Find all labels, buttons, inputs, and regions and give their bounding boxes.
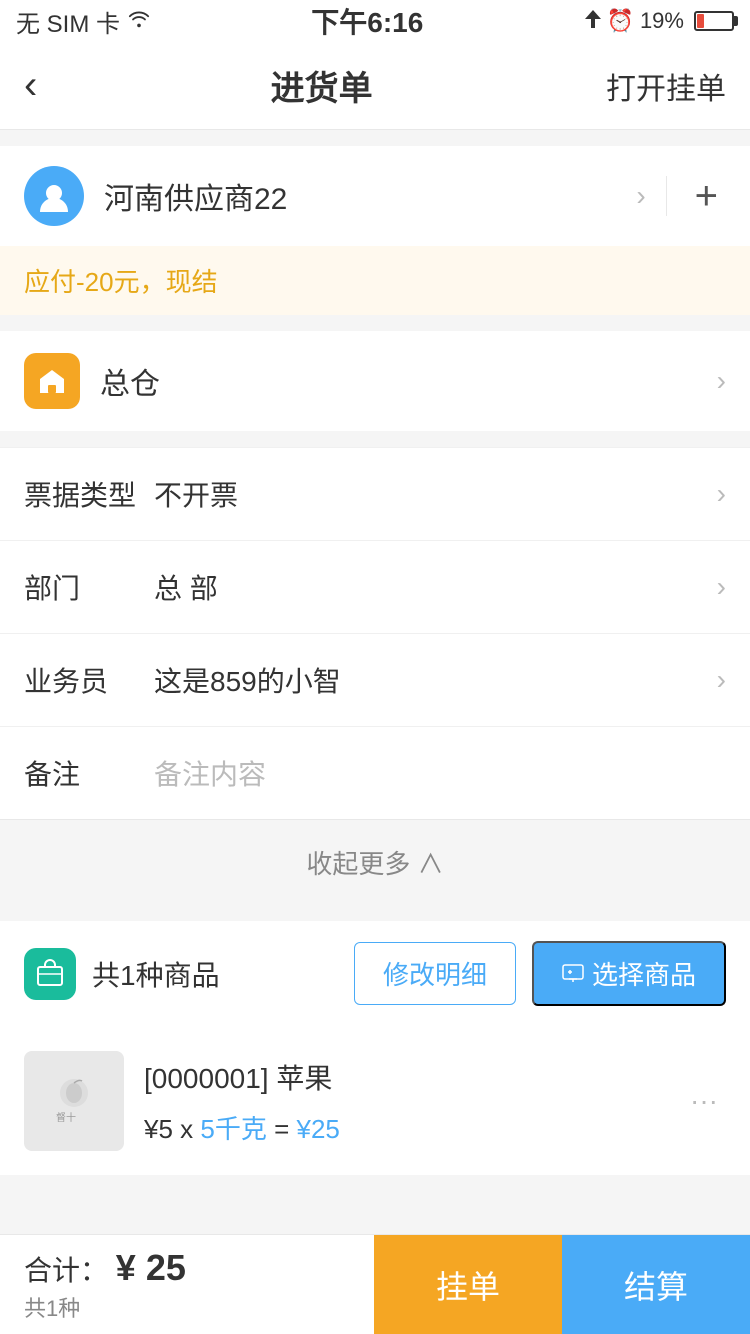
products-count-label: 共1种商品 [92, 954, 338, 994]
invoice-row[interactable]: 票据类型 不开票 › [0, 447, 750, 540]
main-content: 河南供应商22 › + 应付-20元，现结 总仓 › 票据类型 [0, 130, 750, 1285]
warehouse-icon [24, 353, 80, 409]
location-icon [585, 8, 601, 34]
page-title: 进货单 [271, 61, 373, 110]
select-product-button[interactable]: 选择商品 [532, 941, 726, 1006]
edit-detail-button[interactable]: 修改明细 [354, 942, 516, 1005]
sales-chevron-icon: › [717, 664, 726, 696]
invoice-chevron-icon: › [717, 478, 726, 510]
dept-chevron-icon: › [717, 571, 726, 603]
invoice-value: 不开票 [144, 474, 717, 514]
suspend-button[interactable]: 挂单 [374, 1235, 562, 1334]
product-more-button[interactable]: ··· [682, 1077, 726, 1125]
select-product-icon [562, 958, 584, 989]
svg-text:督十: 督十 [56, 1111, 76, 1124]
products-icon [24, 948, 76, 1000]
sales-value: 这是859的小智 [144, 660, 717, 700]
total-label: 合计： [24, 1255, 108, 1286]
notice-text: 应付-20元，现结 [24, 267, 218, 297]
checkout-button[interactable]: 结算 [562, 1235, 750, 1334]
product-thumbnail: 督十 [24, 1051, 124, 1151]
remark-row[interactable]: 备注 备注内容 [0, 726, 750, 819]
wifi-icon [128, 7, 150, 35]
total-line: 合计： ¥ 25 [24, 1247, 350, 1289]
add-supplier-button[interactable]: + [687, 174, 726, 219]
gap-2 [0, 315, 750, 331]
supplier-avatar [24, 166, 84, 226]
supplier-chevron-icon: › [636, 180, 645, 212]
carrier-label: 无 SIM 卡 [16, 4, 120, 39]
product-item: 督十 [0000001] 苹果 ¥5 x 5千克 = ¥25 ··· [0, 1027, 750, 1175]
gap-3 [0, 431, 750, 447]
form-section: 票据类型 不开票 › 部门 总 部 › 业务员 这是859的小智 › 备注 备注… [0, 447, 750, 905]
total-amount: ¥ 25 [116, 1247, 186, 1288]
warehouse-name: 总仓 [100, 359, 717, 403]
product-name: [0000001] 苹果 [144, 1057, 662, 1097]
supplier-name: 河南供应商22 [104, 174, 636, 218]
remark-label: 备注 [24, 753, 144, 793]
dept-row[interactable]: 部门 总 部 › [0, 540, 750, 633]
bottom-bar: 合计： ¥ 25 共1种 挂单 结算 [0, 1234, 750, 1334]
total-count: 共1种 [24, 1291, 350, 1323]
sales-label: 业务员 [24, 660, 144, 700]
supplier-divider [666, 176, 667, 216]
supplier-row[interactable]: 河南供应商22 › + [0, 146, 750, 246]
warehouse-chevron-icon: › [717, 365, 726, 397]
back-button[interactable]: ‹ [24, 63, 37, 108]
warehouse-row[interactable]: 总仓 › [0, 331, 750, 431]
nav-bar: ‹ 进货单 打开挂单 [0, 42, 750, 130]
notice-bar: 应付-20元，现结 [0, 246, 750, 315]
supplier-section: 河南供应商22 › + 应付-20元，现结 [0, 146, 750, 315]
alarm-icon: ⏰ [607, 8, 634, 34]
total-section: 合计： ¥ 25 共1种 [0, 1247, 374, 1323]
remark-placeholder: 备注内容 [144, 753, 726, 793]
sales-row[interactable]: 业务员 这是859的小智 › [0, 633, 750, 726]
status-left: 无 SIM 卡 [16, 4, 150, 39]
product-info: [0000001] 苹果 ¥5 x 5千克 = ¥25 [144, 1057, 662, 1146]
dept-label: 部门 [24, 567, 144, 607]
products-header: 共1种商品 修改明细 选择商品 [0, 921, 750, 1026]
gap-1 [0, 130, 750, 146]
products-section: 共1种商品 修改明细 选择商品 [0, 921, 750, 1175]
status-bar: 无 SIM 卡 下午6:16 ⏰ 19% [0, 0, 750, 42]
battery-icon [694, 11, 734, 31]
status-right: ⏰ 19% [585, 8, 734, 34]
collapse-button[interactable]: 收起更多 ∧ [0, 819, 750, 905]
gap-4 [0, 905, 750, 921]
open-pending-button[interactable]: 打开挂单 [606, 64, 726, 108]
select-product-label: 选择商品 [592, 955, 696, 992]
warehouse-section: 总仓 › [0, 331, 750, 431]
dept-value: 总 部 [144, 567, 717, 607]
status-time: 下午6:16 [311, 1, 423, 41]
invoice-label: 票据类型 [24, 474, 144, 514]
product-price: ¥5 x 5千克 = ¥25 [144, 1109, 662, 1146]
battery-percent: 19% [640, 8, 684, 34]
